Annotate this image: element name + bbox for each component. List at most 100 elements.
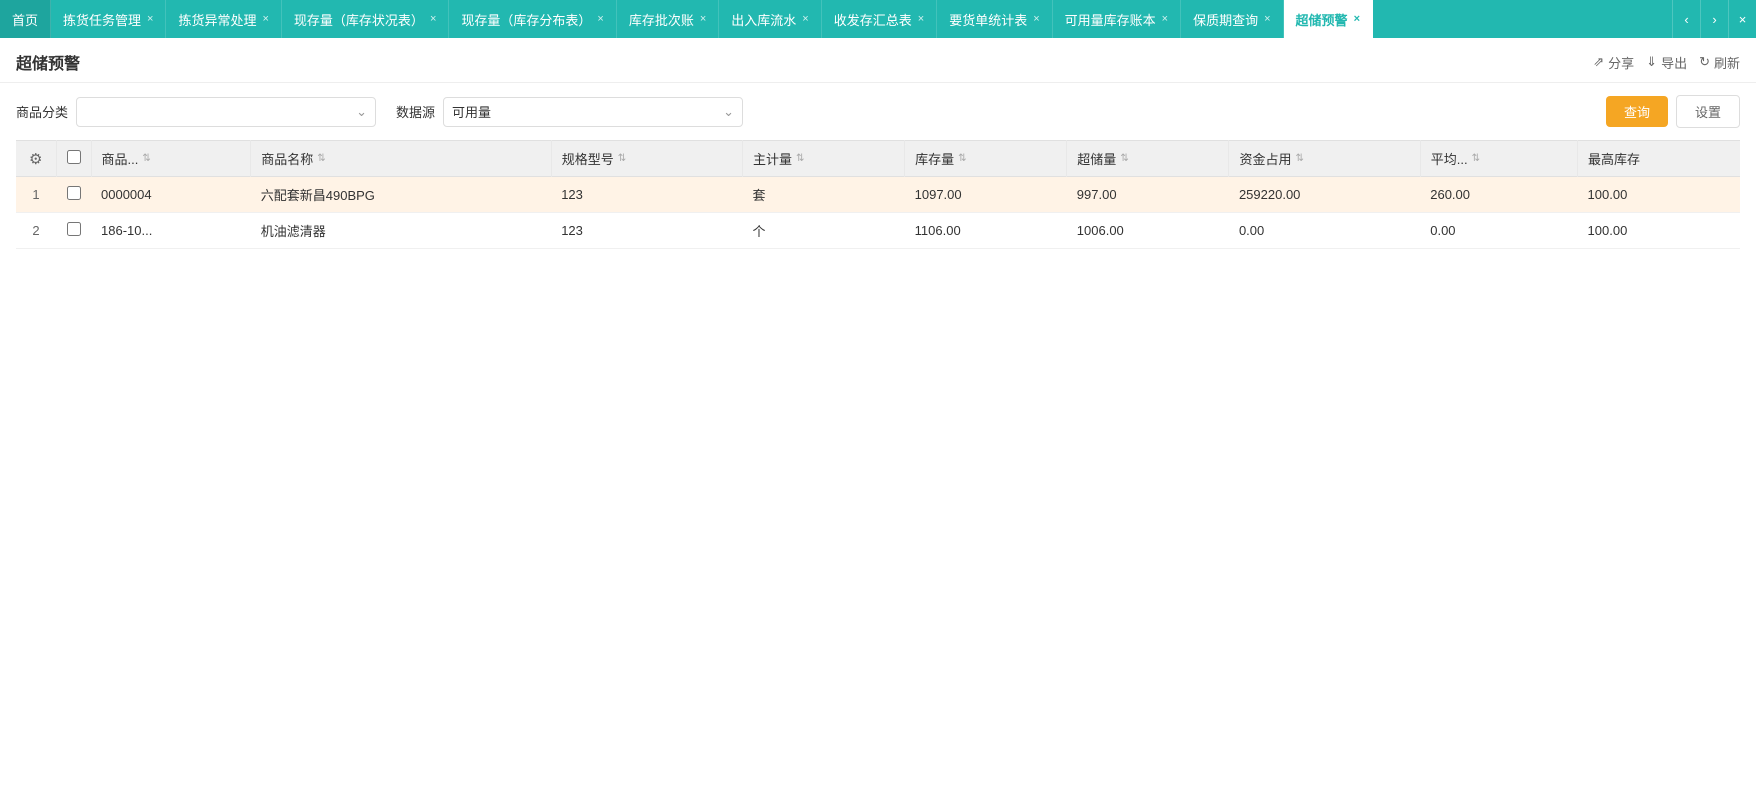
top-nav: 首页 拣货任务管理 × 拣货异常处理 × 现存量（库存状况表） × 现存量（库存… xyxy=(0,0,1756,38)
nav-quality-check[interactable]: 保质期查询 × xyxy=(1181,0,1283,38)
close-available-account[interactable]: × xyxy=(1162,13,1168,25)
row-avg: 260.00 xyxy=(1420,177,1577,213)
sort-code-icon: ⇅ xyxy=(142,153,150,164)
row-max-stock: 100.00 xyxy=(1578,177,1740,213)
page-header: 超储预警 ⇗ 分享 ⇓ 导出 ↻ 刷新 xyxy=(0,38,1756,83)
row-checkbox-cell xyxy=(56,177,91,213)
nav-home[interactable]: 首页 xyxy=(0,0,51,38)
nav-available-account[interactable]: 可用量库存账本 × xyxy=(1053,0,1181,38)
close-task-mgmt[interactable]: × xyxy=(147,13,153,25)
table-header-row: ⚙ 商品... ⇅ 商品名称 ⇅ xyxy=(16,141,1740,177)
row-stock: 1106.00 xyxy=(905,213,1067,249)
nav-arrows: ‹ › × xyxy=(1672,0,1756,38)
sort-capital-icon: ⇅ xyxy=(1295,153,1303,164)
row-name: 六配套新昌490BPG xyxy=(251,177,551,213)
nav-task-mgmt[interactable]: 拣货任务管理 × xyxy=(51,0,166,38)
table-body: 1 0000004 六配套新昌490BPG 123 套 1097.00 997.… xyxy=(16,177,1740,249)
header-actions: ⇗ 分享 ⇓ 导出 ↻ 刷新 xyxy=(1593,53,1740,72)
row-unit: 个 xyxy=(742,213,904,249)
refresh-icon: ↻ xyxy=(1699,54,1710,70)
filter-row: 商品分类 ⌄ 数据源 可用量 ⌄ 查询 设置 xyxy=(0,83,1756,140)
export-button[interactable]: ⇓ 导出 xyxy=(1646,53,1687,72)
close-quality-check[interactable]: × xyxy=(1264,13,1270,25)
row-checkbox-0[interactable] xyxy=(67,186,81,200)
data-table: ⚙ 商品... ⇅ 商品名称 ⇅ xyxy=(16,140,1740,249)
category-filter-group: 商品分类 ⌄ xyxy=(16,97,376,127)
th-settings: ⚙ xyxy=(16,141,56,177)
th-stock[interactable]: 库存量 ⇅ xyxy=(905,141,1067,177)
query-button[interactable]: 查询 xyxy=(1606,96,1668,127)
datasource-value: 可用量 xyxy=(452,102,491,121)
category-select[interactable]: ⌄ xyxy=(76,97,376,127)
sort-unit-icon: ⇅ xyxy=(796,153,804,164)
table-row: 2 186-10... 机油滤清器 123 个 1106.00 1006.00 … xyxy=(16,213,1740,249)
export-icon: ⇓ xyxy=(1646,54,1657,70)
table-wrapper: ⚙ 商品... ⇅ 商品名称 ⇅ xyxy=(0,140,1756,249)
row-spec: 123 xyxy=(551,213,742,249)
th-name[interactable]: 商品名称 ⇅ xyxy=(251,141,551,177)
row-unit: 套 xyxy=(742,177,904,213)
category-label: 商品分类 xyxy=(16,102,68,121)
th-avg[interactable]: 平均... ⇅ xyxy=(1420,141,1577,177)
row-stock: 1097.00 xyxy=(905,177,1067,213)
sort-overstock-icon: ⇅ xyxy=(1120,153,1128,164)
sort-name-icon: ⇅ xyxy=(317,153,325,164)
nav-arrow-close[interactable]: × xyxy=(1728,0,1756,38)
sort-spec-icon: ⇅ xyxy=(618,153,626,164)
close-abnormal[interactable]: × xyxy=(262,13,268,25)
close-collect-send[interactable]: × xyxy=(918,13,924,25)
row-name: 机油滤清器 xyxy=(251,213,551,249)
nav-overstock-warning[interactable]: 超储预警 × xyxy=(1284,0,1373,38)
page-title: 超储预警 xyxy=(16,50,80,74)
settings-gear-icon[interactable]: ⚙ xyxy=(29,151,42,168)
refresh-button[interactable]: ↻ 刷新 xyxy=(1699,53,1740,72)
row-overstock: 1006.00 xyxy=(1067,213,1229,249)
th-unit[interactable]: 主计量 ⇅ xyxy=(742,141,904,177)
row-overstock: 997.00 xyxy=(1067,177,1229,213)
nav-arrow-left[interactable]: ‹ xyxy=(1672,0,1700,38)
th-checkbox xyxy=(56,141,91,177)
row-spec: 123 xyxy=(551,177,742,213)
row-capital: 259220.00 xyxy=(1229,177,1420,213)
page-content: 超储预警 ⇗ 分享 ⇓ 导出 ↻ 刷新 商品分类 ⌄ 数据源 xyxy=(0,38,1756,800)
category-chevron-icon: ⌄ xyxy=(356,104,367,120)
nav-abnormal[interactable]: 拣货异常处理 × xyxy=(166,0,281,38)
row-max-stock: 100.00 xyxy=(1578,213,1740,249)
close-inventory-dist[interactable]: × xyxy=(597,13,603,25)
nav-arrow-right[interactable]: › xyxy=(1700,0,1728,38)
share-button[interactable]: ⇗ 分享 xyxy=(1593,53,1634,72)
datasource-chevron-icon: ⌄ xyxy=(723,104,734,120)
select-all-checkbox[interactable] xyxy=(67,150,81,164)
close-batch-account[interactable]: × xyxy=(700,13,706,25)
row-code: 186-10... xyxy=(91,213,251,249)
nav-inventory-status[interactable]: 现存量（库存状况表） × xyxy=(282,0,449,38)
close-inventory-status[interactable]: × xyxy=(430,13,436,25)
nav-inout-flow[interactable]: 出入库流水 × xyxy=(719,0,821,38)
nav-collect-send[interactable]: 收发存汇总表 × xyxy=(822,0,937,38)
sort-avg-icon: ⇅ xyxy=(1472,153,1480,164)
datasource-select[interactable]: 可用量 ⌄ xyxy=(443,97,743,127)
row-avg: 0.00 xyxy=(1420,213,1577,249)
row-num: 1 xyxy=(16,177,56,213)
row-num: 2 xyxy=(16,213,56,249)
table-row: 1 0000004 六配套新昌490BPG 123 套 1097.00 997.… xyxy=(16,177,1740,213)
close-overstock-warning[interactable]: × xyxy=(1354,13,1360,25)
settings-button[interactable]: 设置 xyxy=(1676,95,1740,128)
th-capital[interactable]: 资金占用 ⇅ xyxy=(1229,141,1420,177)
th-overstock[interactable]: 超储量 ⇅ xyxy=(1067,141,1229,177)
row-code: 0000004 xyxy=(91,177,251,213)
sort-stock-icon: ⇅ xyxy=(958,153,966,164)
nav-inventory-dist[interactable]: 现存量（库存分布表） × xyxy=(449,0,616,38)
th-spec[interactable]: 规格型号 ⇅ xyxy=(551,141,742,177)
row-checkbox-cell xyxy=(56,213,91,249)
close-order-stats[interactable]: × xyxy=(1033,13,1039,25)
th-max[interactable]: 最高库存 xyxy=(1578,141,1740,177)
nav-batch-account[interactable]: 库存批次账 × xyxy=(617,0,719,38)
row-checkbox-1[interactable] xyxy=(67,222,81,236)
datasource-label: 数据源 xyxy=(396,102,435,121)
close-inout-flow[interactable]: × xyxy=(802,13,808,25)
nav-order-stats[interactable]: 要货单统计表 × xyxy=(937,0,1052,38)
filter-actions: 查询 设置 xyxy=(1606,95,1740,128)
th-code[interactable]: 商品... ⇅ xyxy=(91,141,251,177)
datasource-filter-group: 数据源 可用量 ⌄ xyxy=(396,97,743,127)
